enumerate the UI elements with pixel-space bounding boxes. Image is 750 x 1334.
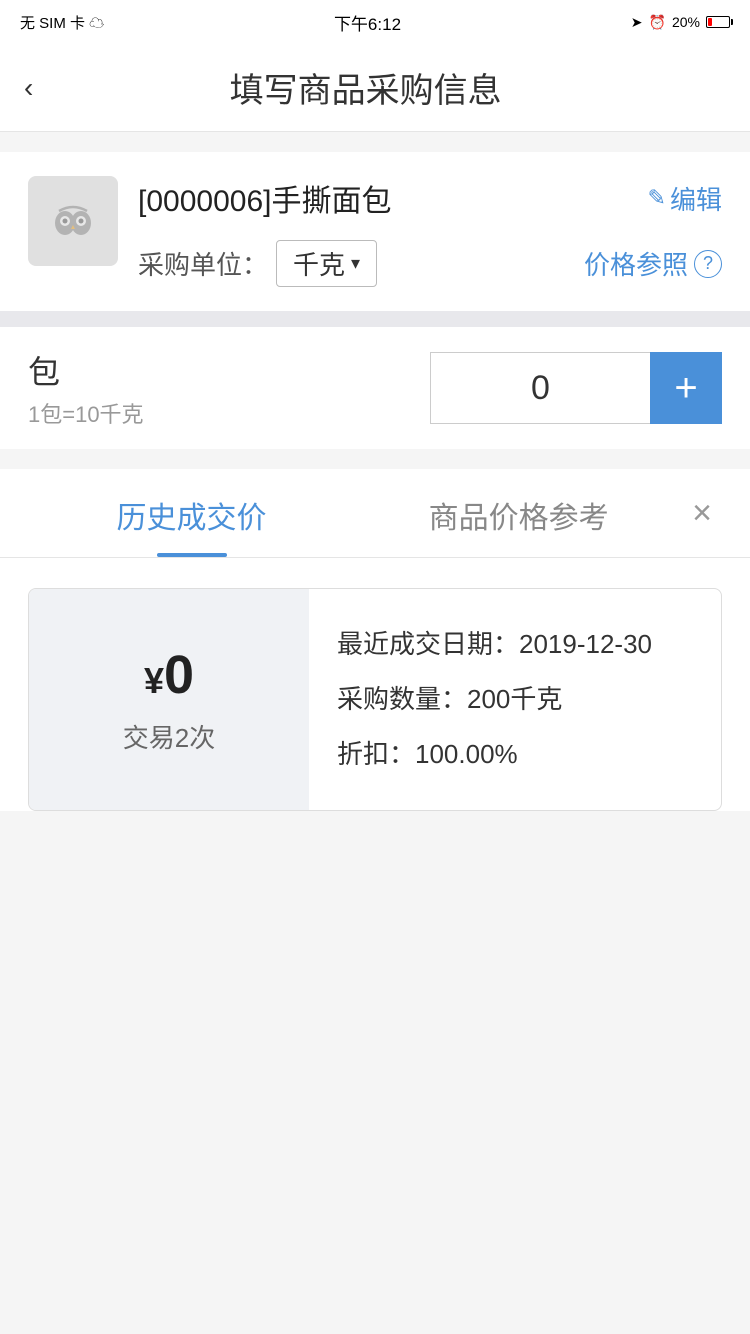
battery-indicator <box>706 16 730 28</box>
qty-equiv-text: 1包=10千克 <box>28 397 144 429</box>
tab-history-price[interactable]: 历史成交价 <box>28 469 355 557</box>
page-header: ‹ 填写商品采购信息 <box>0 44 750 132</box>
tab2-label: 商品价格参考 <box>429 502 609 535</box>
tabs-section: 历史成交价 商品价格参考 × ¥0 交易2次 最近成交日期：2019-12-30… <box>0 469 750 811</box>
unit-row: 采购单位： 千克 ▾ 价格参照 ? <box>138 240 722 287</box>
status-bar: 无 SIM 卡 ☁ 下午6:12 ➤ ⏰ 20% <box>0 0 750 44</box>
help-icon: ? <box>694 250 722 278</box>
help-icon-text: ? <box>703 253 713 274</box>
tab-price-ref[interactable]: 商品价格参考 <box>355 469 682 557</box>
product-name-row: [0000006]手撕面包 ✎ 编辑 <box>138 176 722 220</box>
product-logo <box>28 176 118 266</box>
edit-button[interactable]: ✎ 编辑 <box>648 180 722 217</box>
price-summary: ¥0 交易2次 <box>29 589 309 810</box>
quantity-plus-button[interactable]: + <box>650 352 722 424</box>
detail-qty-row: 采购数量：200千克 <box>337 680 693 719</box>
currency-symbol: ¥ <box>144 660 164 701</box>
page-title: 填写商品采购信息 <box>53 63 678 112</box>
tab-close-button[interactable]: × <box>682 486 722 540</box>
detail-discount-value: 100.00% <box>415 739 518 769</box>
location-icon: ➤ <box>631 14 643 31</box>
qty-unit-text: 包 <box>28 347 144 393</box>
quantity-input[interactable] <box>430 352 650 424</box>
product-name: [0000006]手撕面包 <box>138 176 391 220</box>
quantity-input-wrap: + <box>164 352 722 424</box>
unit-select-dropdown[interactable]: 千克 ▾ <box>276 240 377 287</box>
price-value: 0 <box>164 645 194 705</box>
status-right: ➤ ⏰ 20% <box>631 14 730 31</box>
unit-label-text: 采购单位： <box>138 245 268 282</box>
detail-date-label: 最近成交日期： <box>337 629 519 659</box>
chevron-down-icon: ▾ <box>351 253 360 274</box>
detail-discount-row: 折扣：100.00% <box>337 735 693 774</box>
detail-date-row: 最近成交日期：2019-12-30 <box>337 625 693 664</box>
status-left: 无 SIM 卡 ☁ <box>20 12 104 33</box>
detail-qty-value: 200千克 <box>467 684 562 714</box>
price-card: ¥0 交易2次 最近成交日期：2019-12-30 采购数量：200千克 折扣：… <box>28 588 722 811</box>
status-time: 下午6:12 <box>334 10 401 35</box>
detail-discount-label: 折扣： <box>337 739 415 769</box>
sim-label: 无 SIM 卡 ☁ <box>20 12 104 33</box>
section-divider <box>0 311 750 327</box>
tabs-header: 历史成交价 商品价格参考 × <box>0 469 750 558</box>
tab1-label: 历史成交价 <box>117 502 267 535</box>
price-ref-button[interactable]: 价格参照 ? <box>584 245 722 282</box>
product-section: [0000006]手撕面包 ✎ 编辑 采购单位： 千克 ▾ 价格参照 ? <box>0 152 750 311</box>
quantity-label: 包 1包=10千克 <box>28 347 144 429</box>
price-details: 最近成交日期：2019-12-30 采购数量：200千克 折扣：100.00% <box>309 589 721 810</box>
detail-qty-label: 采购数量： <box>337 684 467 714</box>
price-amount: ¥0 <box>144 644 194 706</box>
trade-count: 交易2次 <box>123 718 215 755</box>
edit-label: 编辑 <box>670 180 722 217</box>
quantity-row: 包 1包=10千克 + <box>0 327 750 449</box>
battery-percent: 20% <box>672 14 700 30</box>
alarm-icon: ⏰ <box>649 14 666 31</box>
price-ref-label: 价格参照 <box>584 245 688 282</box>
detail-date-value: 2019-12-30 <box>519 629 652 659</box>
plus-icon: + <box>674 366 697 411</box>
close-icon: × <box>692 494 712 532</box>
product-info: [0000006]手撕面包 ✎ 编辑 采购单位： 千克 ▾ 价格参照 ? <box>138 176 722 287</box>
edit-icon: ✎ <box>648 185 666 211</box>
unit-value: 千克 <box>293 245 345 282</box>
unit-label: 采购单位： 千克 ▾ <box>138 240 377 287</box>
product-logo-icon <box>45 201 101 241</box>
back-button[interactable]: ‹ <box>24 74 33 102</box>
